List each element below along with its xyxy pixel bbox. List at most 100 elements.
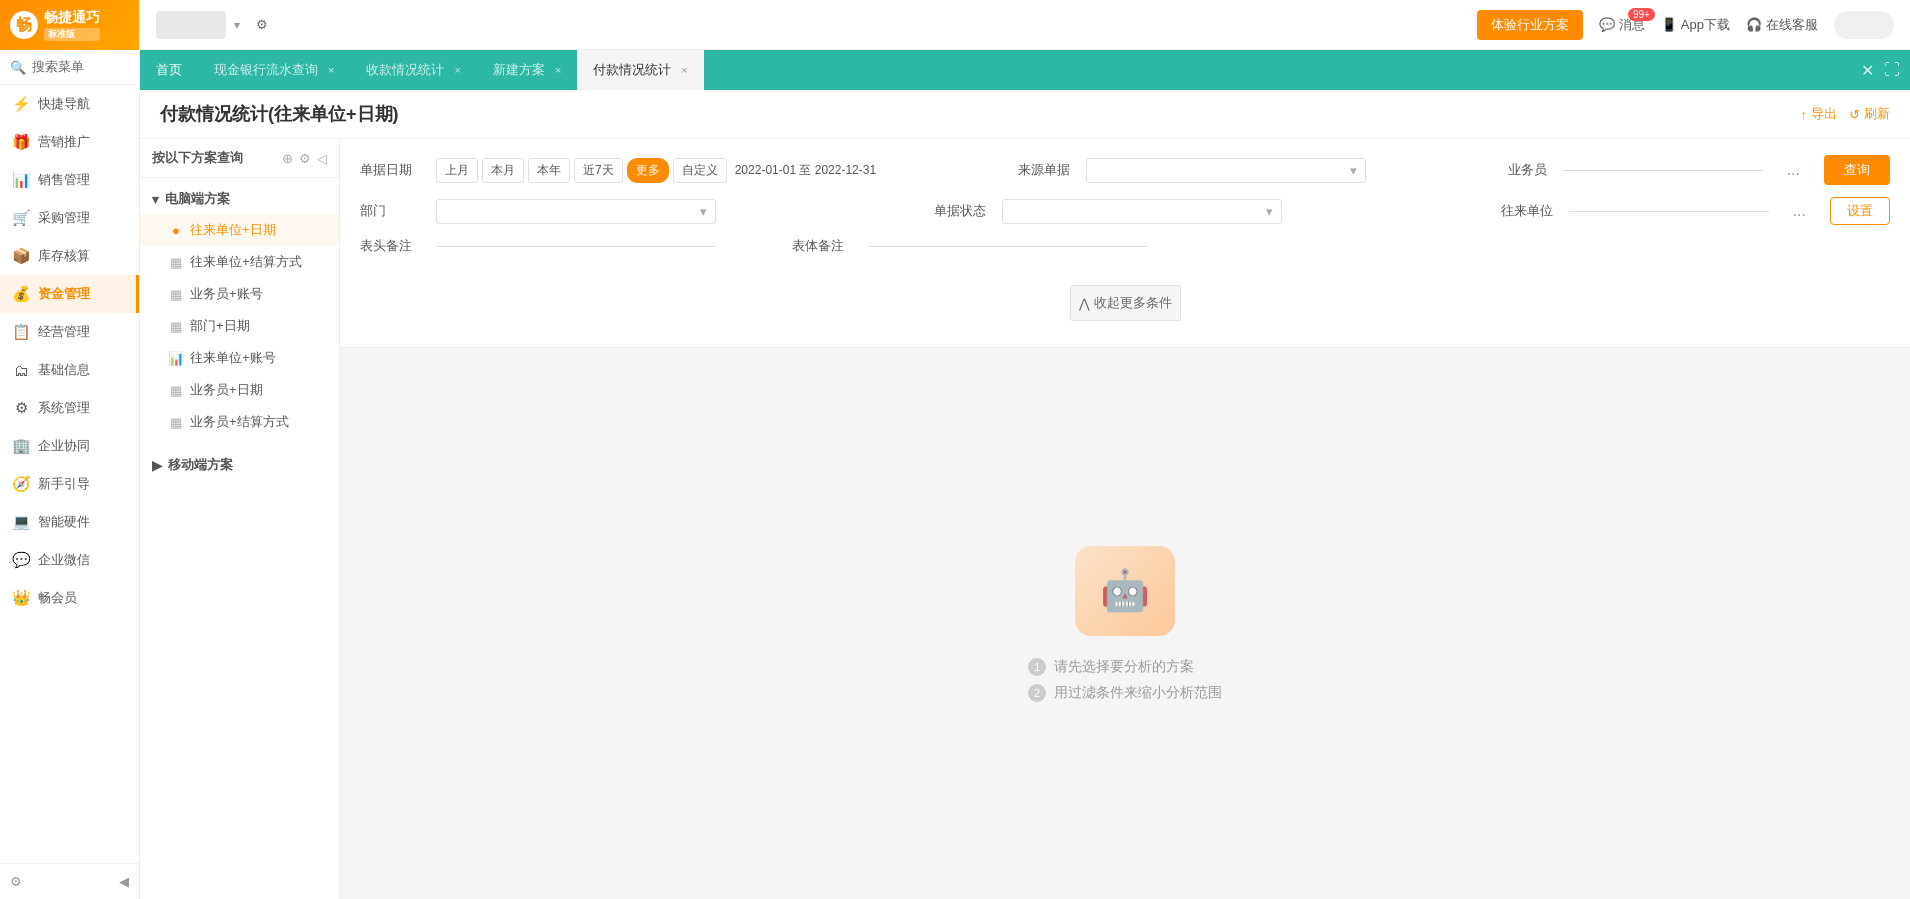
sidebar-item-hardware[interactable]: 💻 智能硬件: [0, 503, 139, 541]
right-panel: 单据日期 上月 本月 本年 近7天 更多 自定义 2022-01-01 至 20…: [340, 139, 1910, 899]
hint-text-2: 用过滤条件来缩小分析范围: [1054, 684, 1222, 702]
app-download-item[interactable]: 📱 App下载: [1661, 16, 1730, 34]
online-service-item[interactable]: 🎧 在线客服: [1746, 16, 1818, 34]
header-note-input[interactable]: [436, 246, 716, 247]
tab-new-scheme-close[interactable]: ×: [555, 64, 561, 76]
sidebar-item-label: 智能硬件: [38, 513, 90, 531]
tab-new-scheme[interactable]: 新建方案 ×: [477, 50, 577, 90]
date-btn-this-year[interactable]: 本年: [528, 158, 570, 183]
scheme-header-icons: ⊕ ⚙ ◁: [282, 151, 327, 166]
date-btn-more[interactable]: 更多: [627, 158, 669, 183]
collapse-sidebar-icon[interactable]: ◀: [119, 874, 129, 889]
app-icon: 📱: [1661, 17, 1677, 32]
sidebar-item-member[interactable]: 👑 畅会员: [0, 579, 139, 617]
message-item[interactable]: 💬 消息 99+: [1599, 16, 1645, 34]
sidebar-item-finance[interactable]: 💰 资金管理: [0, 275, 139, 313]
date-btn-last-month[interactable]: 上月: [436, 158, 478, 183]
sidebar-item-quick-nav[interactable]: ⚡ 快捷导航: [0, 85, 139, 123]
scheme-item-unit-date[interactable]: ● 往来单位+日期: [140, 214, 339, 246]
sidebar-item-sales[interactable]: 📊 销售管理: [0, 161, 139, 199]
staff-dots[interactable]: ...: [1779, 157, 1808, 183]
system-icon: ⚙: [12, 399, 30, 417]
hint-num-1: 1: [1028, 658, 1046, 676]
inventory-icon: 📦: [12, 247, 30, 265]
settings-button[interactable]: 设置: [1830, 197, 1890, 225]
sidebar-item-basic[interactable]: 🗂 基础信息: [0, 351, 139, 389]
sidebar-item-label: 系统管理: [38, 399, 90, 417]
tab-close-all-icon[interactable]: ✕: [1861, 61, 1874, 80]
search-menu[interactable]: 🔍 搜索菜单: [0, 50, 139, 85]
tab-receipt-stat[interactable]: 收款情况统计 ×: [350, 50, 476, 90]
sidebar-item-marketing[interactable]: 🎁 营销推广: [0, 123, 139, 161]
topbar-right: 体验行业方案 💬 消息 99+ 📱 App下载 🎧 在线客服: [1477, 10, 1894, 40]
collapse-button[interactable]: ⋀ 收起更多条件: [1070, 285, 1181, 321]
staff-input[interactable]: [1563, 170, 1763, 171]
date-btn-this-month[interactable]: 本月: [482, 158, 524, 183]
brand-badge: 标准版: [44, 28, 100, 41]
sidebar: 畅 畅捷通巧 标准版 🔍 搜索菜单 ⚡ 快捷导航 🎁 营销推广 📊 销售管理 🛒…: [0, 0, 140, 899]
export-button[interactable]: ↑ 导出: [1801, 105, 1838, 123]
scheme-item-staff-settle[interactable]: ▦ 业务员+结算方式: [140, 406, 339, 438]
basic-icon: 🗂: [12, 361, 30, 379]
topbar-settings-button[interactable]: ⚙: [248, 11, 276, 39]
settings-footer-icon[interactable]: ⚙: [10, 874, 22, 889]
purchase-icon: 🛒: [12, 209, 30, 227]
sidebar-item-label: 采购管理: [38, 209, 90, 227]
mobile-scheme-group-title[interactable]: ▶ 移动端方案: [140, 450, 339, 480]
dropdown-chevron-icon[interactable]: ▾: [234, 18, 240, 32]
scheme-query-label: 按以下方案查询: [152, 149, 243, 167]
scheme-chart-icon4: ▦: [168, 382, 184, 398]
scheme-item-dept-date[interactable]: ▦ 部门+日期: [140, 310, 339, 342]
date-btn-7days[interactable]: 近7天: [574, 158, 623, 183]
sidebar-item-inventory[interactable]: 📦 库存核算: [0, 237, 139, 275]
scheme-item-unit-account[interactable]: 📊 往来单位+账号: [140, 342, 339, 374]
weixin-icon: 💬: [12, 551, 30, 569]
tab-payment-stat-close[interactable]: ×: [681, 64, 687, 76]
dept-select[interactable]: ▾: [436, 199, 716, 224]
counterpart-dots[interactable]: ...: [1785, 198, 1814, 224]
sidebar-item-operation[interactable]: 📋 经营管理: [0, 313, 139, 351]
doc-status-select[interactable]: ▾: [1002, 199, 1282, 224]
tab-home[interactable]: 首页: [140, 50, 198, 90]
online-service-label: 在线客服: [1766, 16, 1818, 34]
settings-scheme-icon[interactable]: ⚙: [299, 151, 311, 166]
sidebar-footer: ⚙ ◀: [0, 863, 139, 899]
scheme-item-label: 往来单位+结算方式: [190, 253, 302, 271]
tab-expand-icon[interactable]: ⛶: [1884, 61, 1900, 79]
scheme-item-staff-date[interactable]: ▦ 业务员+日期: [140, 374, 339, 406]
member-icon: 👑: [12, 589, 30, 607]
user-profile[interactable]: [1834, 11, 1894, 39]
search-label: 搜索菜单: [32, 58, 84, 76]
tab-receipt-stat-close[interactable]: ×: [454, 64, 460, 76]
refresh-button[interactable]: ↺ 刷新: [1849, 105, 1890, 123]
sidebar-item-newguide[interactable]: 🧭 新手引导: [0, 465, 139, 503]
sidebar-nav: ⚡ 快捷导航 🎁 营销推广 📊 销售管理 🛒 采购管理 📦 库存核算 💰 资金管…: [0, 85, 139, 863]
source-select[interactable]: ▾: [1086, 158, 1366, 183]
sidebar-item-purchase[interactable]: 🛒 采购管理: [0, 199, 139, 237]
tab-bank-flow[interactable]: 现金银行流水查询 ×: [198, 50, 350, 90]
query-button[interactable]: 查询: [1824, 155, 1890, 185]
date-btn-custom[interactable]: 自定义: [673, 158, 727, 183]
empty-hints: 1 请先选择要分析的方案 2 用过滤条件来缩小分析范围: [1028, 658, 1222, 702]
tab-payment-stat[interactable]: 付款情况统计 ×: [577, 50, 703, 90]
body-note-input[interactable]: [868, 246, 1148, 247]
scheme-chart-icon3: ▦: [168, 318, 184, 334]
pc-scheme-group-title[interactable]: ▾ 电脑端方案: [140, 184, 339, 214]
sidebar-item-system[interactable]: ⚙ 系统管理: [0, 389, 139, 427]
mobile-scheme-label: 移动端方案: [168, 456, 233, 474]
user-avatar: [156, 11, 226, 39]
tab-bank-flow-close[interactable]: ×: [328, 64, 334, 76]
trial-button[interactable]: 体验行业方案: [1477, 10, 1583, 40]
add-scheme-icon[interactable]: ⊕: [282, 151, 293, 166]
scheme-item-unit-settle[interactable]: ▦ 往来单位+结算方式: [140, 246, 339, 278]
scheme-item-label: 往来单位+日期: [190, 221, 276, 239]
hint-text-1: 请先选择要分析的方案: [1054, 658, 1194, 676]
sidebar-item-label: 销售管理: [38, 171, 90, 189]
collapse-panel-icon[interactable]: ◁: [317, 151, 327, 166]
counterpart-input[interactable]: [1569, 211, 1769, 212]
scheme-item-staff-account[interactable]: ▦ 业务员+账号: [140, 278, 339, 310]
sidebar-item-enterprise[interactable]: 🏢 企业协同: [0, 427, 139, 465]
hint-num-2: 2: [1028, 684, 1046, 702]
content-area: 按以下方案查询 ⊕ ⚙ ◁ ▾ 电脑端方案 ● 往来单位+日期: [140, 139, 1910, 899]
sidebar-item-weixin[interactable]: 💬 企业微信: [0, 541, 139, 579]
